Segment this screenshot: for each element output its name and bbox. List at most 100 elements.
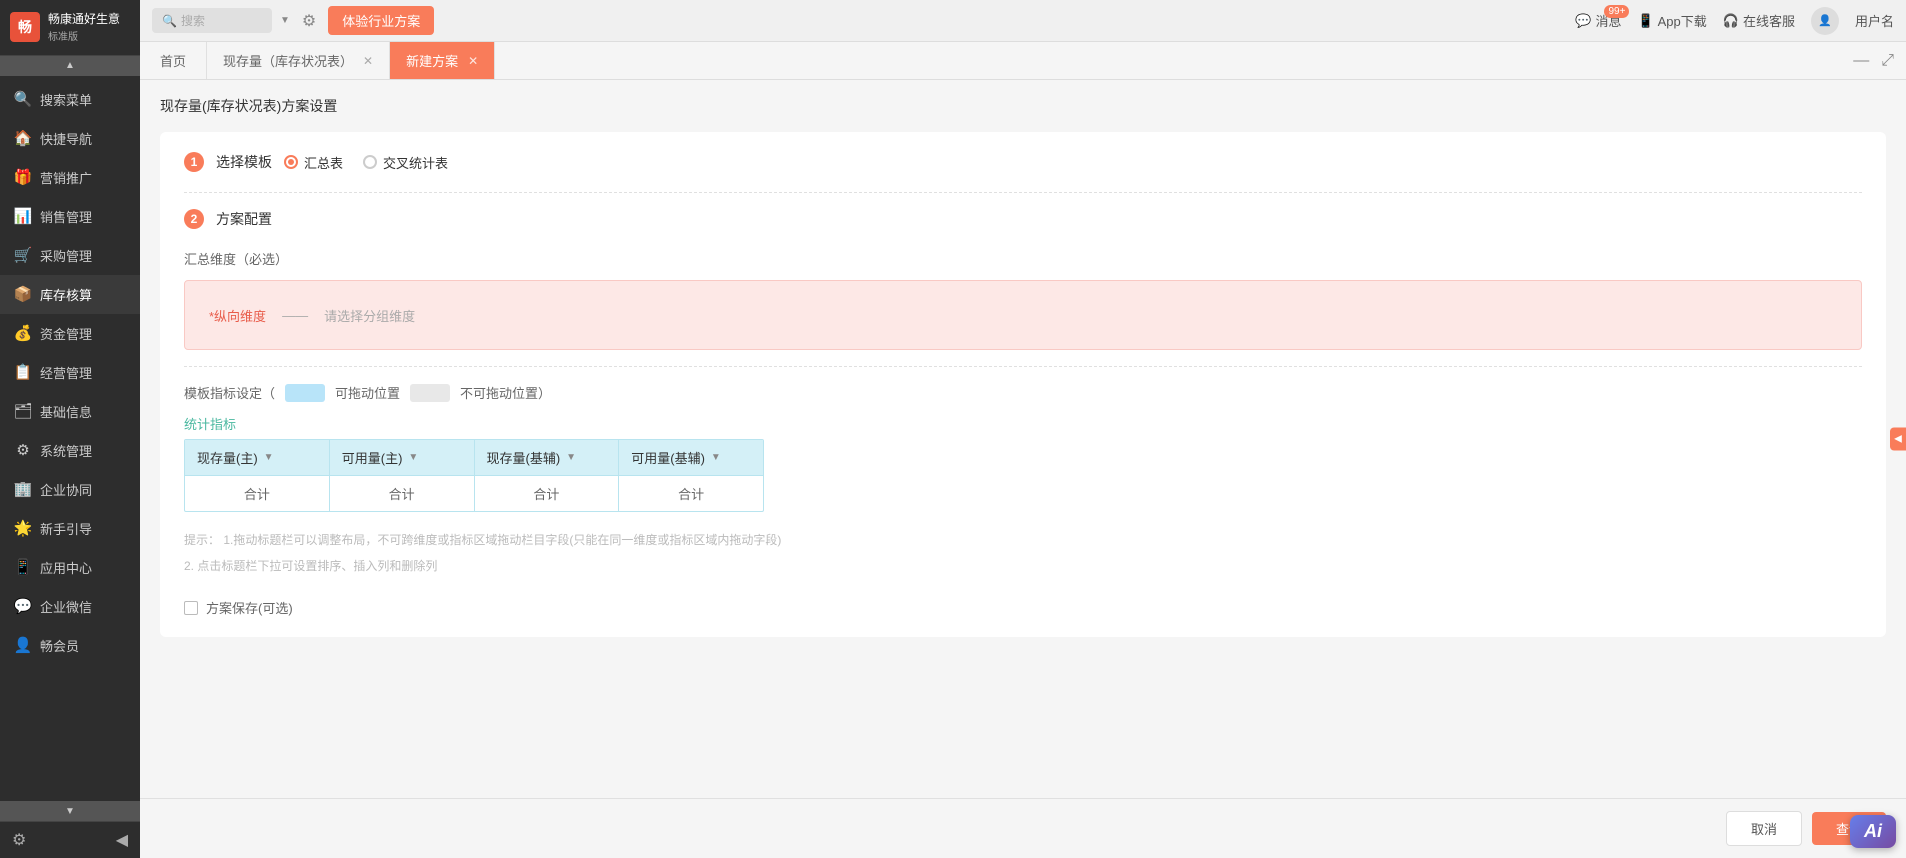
radio-summary-dot xyxy=(284,155,298,169)
username-label: 用户名 xyxy=(1855,11,1894,30)
col4-chevron-icon: ▼ xyxy=(711,452,721,463)
col1-chevron-icon: ▼ xyxy=(264,452,274,463)
sidebar-item-operation[interactable]: 📋 经营管理 xyxy=(0,353,140,392)
stats-body-col1: 合计 xyxy=(185,476,330,511)
sidebar-item-inventory[interactable]: 📦 库存核算 xyxy=(0,275,140,314)
radio-summary-label: 汇总表 xyxy=(304,153,343,172)
enterprise-icon: 🏢 xyxy=(14,480,32,498)
tab-minimize-icon[interactable]: — xyxy=(1849,48,1873,74)
sidebar-item-label: 企业协同 xyxy=(40,480,92,499)
sidebar-item-enterprise[interactable]: 🏢 企业协同 xyxy=(0,470,140,509)
draggable-label: 可拖动位置 xyxy=(335,383,400,402)
sidebar-item-label: 新手引导 xyxy=(40,519,92,538)
tab-inventory-status[interactable]: 现存量（库存状况表） ✕ xyxy=(207,42,390,79)
stats-header-col4[interactable]: 可用量(基辅) ▼ xyxy=(619,440,763,475)
sidebar: 畅 畅康通好生意 标准版 ▲ 🔍 搜索菜单 🏠 快捷导航 🎁 营销推广 📊 销售… xyxy=(0,0,140,858)
inventory-icon: 📦 xyxy=(14,285,32,303)
sidebar-item-member[interactable]: 👤 畅会员 xyxy=(0,626,140,665)
sidebar-item-label: 企业微信 xyxy=(40,597,92,616)
sidebar-item-label: 系统管理 xyxy=(40,441,92,460)
template-radio-group: 汇总表 交叉统计表 xyxy=(284,153,448,172)
tab-maximize-icon[interactable]: ⤢ xyxy=(1877,48,1898,74)
sidebar-item-quick-nav[interactable]: 🏠 快捷导航 xyxy=(0,119,140,158)
sidebar-item-label: 基础信息 xyxy=(40,402,92,421)
collapse-icon[interactable]: ◀ xyxy=(116,830,128,850)
sidebar-item-finance[interactable]: 💰 资金管理 xyxy=(0,314,140,353)
sidebar-item-guide[interactable]: 🌟 新手引导 xyxy=(0,509,140,548)
sidebar-item-label: 营销推广 xyxy=(40,168,92,187)
finance-icon: 💰 xyxy=(14,324,32,342)
sidebar-item-label: 应用中心 xyxy=(40,558,92,577)
search-menu-icon: 🔍 xyxy=(14,90,32,108)
sidebar-scroll-up[interactable]: ▲ xyxy=(0,56,140,76)
logo-icon: 畅 xyxy=(10,12,40,42)
stats-header-row: 现存量(主) ▼ 可用量(主) ▼ 现存量(基辅) ▼ 可用量(基辅) ▼ xyxy=(185,440,763,475)
save-option-label: 方案保存(可选) xyxy=(206,598,293,617)
stats-body-col3: 合计 xyxy=(475,476,620,511)
settings-icon[interactable]: ⚙ xyxy=(12,830,26,850)
sidebar-item-marketing[interactable]: 🎁 营销推广 xyxy=(0,158,140,197)
search-icon: 🔍 xyxy=(162,14,177,28)
radio-cross[interactable]: 交叉统计表 xyxy=(363,153,448,172)
topbar-app-download[interactable]: 📱 App下载 xyxy=(1637,11,1706,30)
settings-card: 1 选择模板 汇总表 交叉统计表 2 方案配置 xyxy=(160,132,1886,637)
save-checkbox[interactable] xyxy=(184,601,198,615)
topbar-service[interactable]: 🎧 在线客服 xyxy=(1723,11,1795,30)
radio-summary[interactable]: 汇总表 xyxy=(284,153,343,172)
right-edge-hint[interactable]: ◀ xyxy=(1890,428,1906,451)
sidebar-item-label: 畅会员 xyxy=(40,636,79,655)
sidebar-scroll-down[interactable]: ▼ xyxy=(0,801,140,821)
marketing-icon: 🎁 xyxy=(14,168,32,186)
sidebar-item-label: 销售管理 xyxy=(40,207,92,226)
summary-dim-label: 汇总维度（必选） xyxy=(184,249,1862,268)
user-avatar[interactable]: 👤 xyxy=(1811,7,1839,35)
sidebar-item-purchase[interactable]: 🛒 采购管理 xyxy=(0,236,140,275)
col2-chevron-icon: ▼ xyxy=(408,452,418,463)
sidebar-item-system[interactable]: ⚙ 系统管理 xyxy=(0,431,140,470)
guide-icon: 🌟 xyxy=(14,519,32,537)
tab-close-inventory[interactable]: ✕ xyxy=(363,54,373,68)
stats-header-col3[interactable]: 现存量(基辅) ▼ xyxy=(475,440,620,475)
divider2 xyxy=(184,366,1862,367)
tab-new-scheme[interactable]: 新建方案 ✕ xyxy=(390,42,495,79)
step1-badge: 1 xyxy=(184,152,204,172)
sidebar-item-app-center[interactable]: 📱 应用中心 xyxy=(0,548,140,587)
stats-body-col4: 合计 xyxy=(619,476,763,511)
tip-area: 提示： 1.拖动标题栏可以调整布局，不可跨维度或指标区域拖动栏目字段(只能在同一… xyxy=(184,528,1862,578)
non-draggable-label: 不可拖动位置） xyxy=(460,383,551,402)
purchase-icon: 🛒 xyxy=(14,246,32,264)
topbar-dropdown-icon[interactable]: ▼ xyxy=(280,15,290,26)
step2-row: 2 方案配置 xyxy=(184,209,1862,229)
non-draggable-indicator xyxy=(410,384,450,402)
stats-header-col2[interactable]: 可用量(主) ▼ xyxy=(330,440,475,475)
tab-inventory-status-label: 现存量（库存状况表） xyxy=(223,51,353,70)
col3-chevron-icon: ▼ xyxy=(566,452,576,463)
vertical-dim-placeholder: 请选择分组维度 xyxy=(324,306,415,325)
sidebar-logo: 畅 畅康通好生意 标准版 xyxy=(0,0,140,56)
step2-badge: 2 xyxy=(184,209,204,229)
stats-body-row: 合计 合计 合计 合计 xyxy=(185,475,763,511)
wechat-icon: 💬 xyxy=(14,597,32,615)
template-indicator: 模板指标设定（ 可拖动位置 不可拖动位置） xyxy=(184,383,1862,402)
page-title: 现存量(库存状况表)方案设置 xyxy=(160,96,1886,116)
sidebar-item-wechat[interactable]: 💬 企业微信 xyxy=(0,587,140,626)
radio-cross-dot xyxy=(363,155,377,169)
stats-header-col1[interactable]: 现存量(主) ▼ xyxy=(185,440,330,475)
step2-label: 方案配置 xyxy=(216,209,272,229)
logo-text: 畅康通好生意 标准版 xyxy=(48,12,120,43)
topbar-message[interactable]: 💬 消息 99+ xyxy=(1575,11,1621,30)
sidebar-item-label: 采购管理 xyxy=(40,246,92,265)
trial-industry-button[interactable]: 体验行业方案 xyxy=(328,6,434,35)
ai-badge[interactable]: Ai xyxy=(1850,815,1896,848)
dimension-area[interactable]: *纵向维度 —— 请选择分组维度 xyxy=(184,280,1862,350)
sidebar-item-search-menu[interactable]: 🔍 搜索菜单 xyxy=(0,80,140,119)
topbar-search[interactable]: 🔍 搜索 xyxy=(152,8,272,33)
sidebar-item-sales[interactable]: 📊 销售管理 xyxy=(0,197,140,236)
tab-home[interactable]: 首页 xyxy=(140,42,207,79)
topbar-gear-icon[interactable]: ⚙ xyxy=(302,11,316,31)
tab-close-new-scheme[interactable]: ✕ xyxy=(468,54,478,68)
sidebar-item-label: 搜索菜单 xyxy=(40,90,92,109)
sidebar-item-basic-info[interactable]: 🗂 基础信息 xyxy=(0,392,140,431)
cancel-button[interactable]: 取消 xyxy=(1726,811,1802,846)
action-bar: 取消 查询 xyxy=(140,798,1906,858)
